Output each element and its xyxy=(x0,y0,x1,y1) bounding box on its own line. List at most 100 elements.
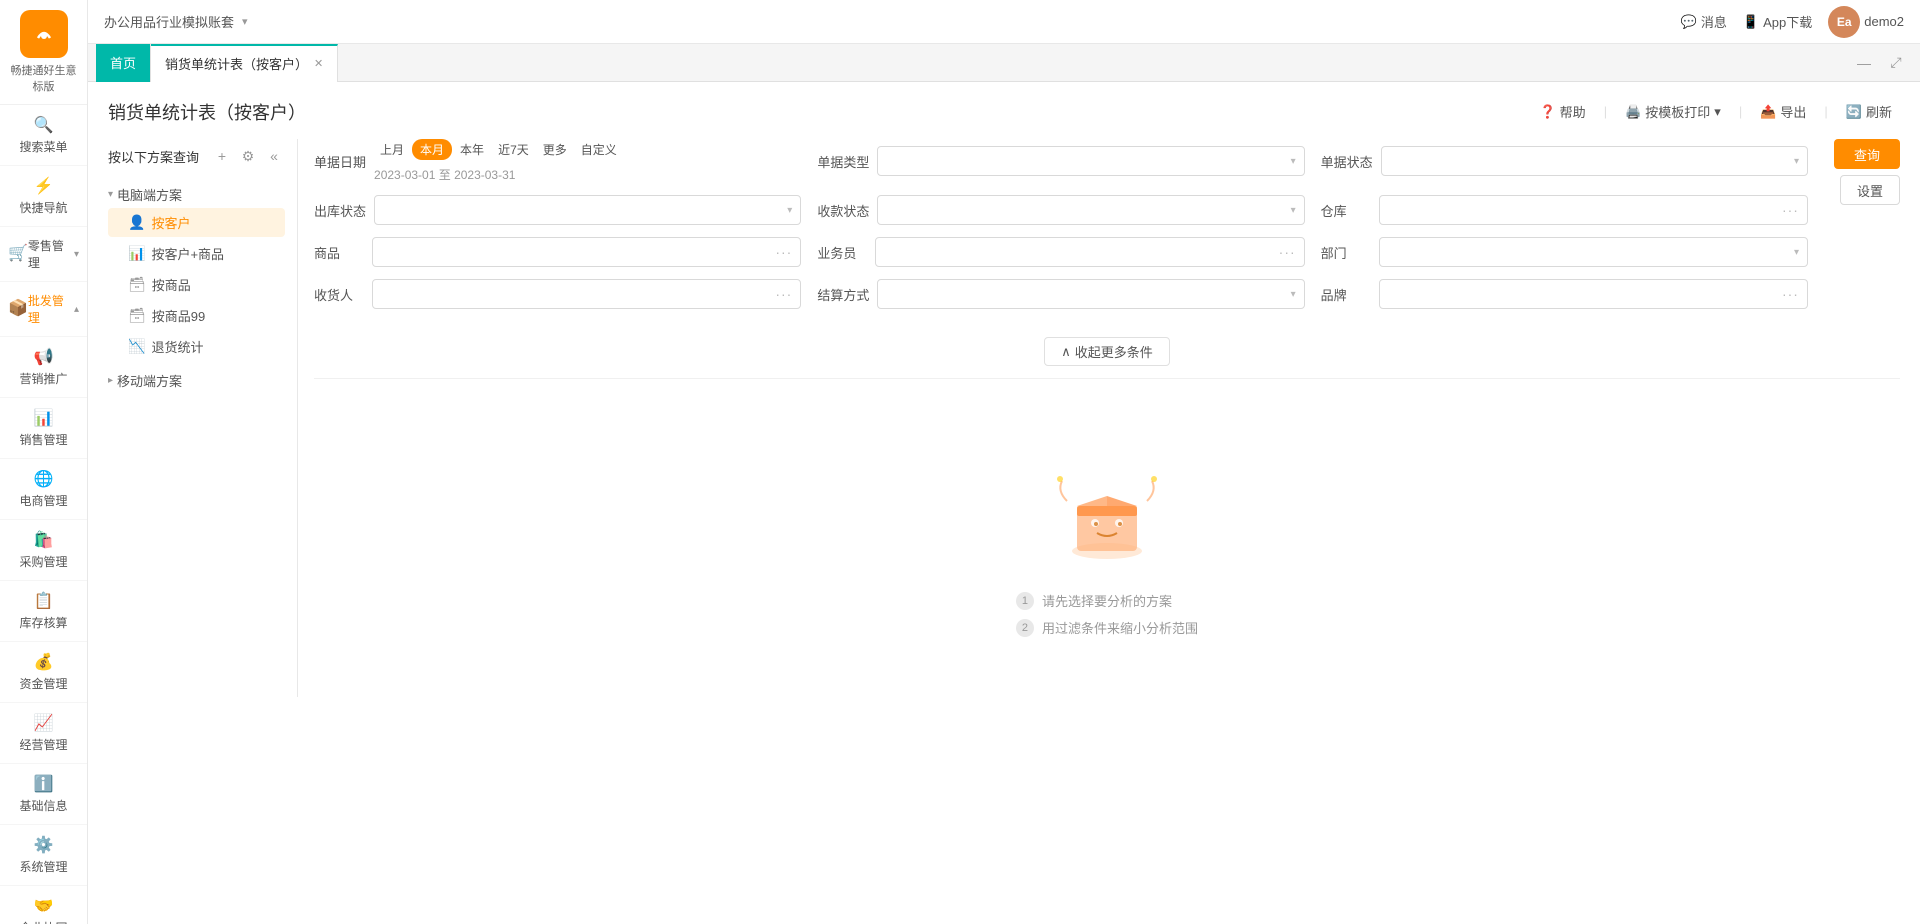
refresh-button[interactable]: 🔄 刷新 xyxy=(1838,98,1900,125)
tip-num-2: 2 xyxy=(1016,619,1034,637)
department-select[interactable]: ▾ xyxy=(1379,237,1808,267)
settlement-label: 结算方式 xyxy=(817,285,869,304)
user-profile[interactable]: Ea demo2 xyxy=(1828,6,1904,38)
empty-state: 1 请先选择要分析的方案 2 用过滤条件来缩小分析范围 xyxy=(314,391,1900,697)
customer-product-icon: 📊 xyxy=(128,245,145,262)
help-button[interactable]: ❓ 帮助 xyxy=(1531,98,1593,125)
brand-label: 品牌 xyxy=(1321,285,1371,304)
scheme-item-by-product-99[interactable]: 🗃 按商品99 xyxy=(108,301,285,330)
search-icon: 🔍 xyxy=(34,115,54,135)
tab-sales-stat[interactable]: 销货单统计表（按客户） ✕ xyxy=(151,44,338,82)
filter-row-settlement: 结算方式 ▾ xyxy=(817,279,1304,309)
sidebar-item-inventory[interactable]: 📋 库存核算 xyxy=(0,581,87,642)
order-status-select[interactable]: ▾ xyxy=(1381,146,1808,176)
main-content: 办公用品行业模拟账套 ▾ 💬 消息 📱 App下载 Ea demo2 首页 xyxy=(88,0,1920,924)
wholesale-icon: 📦 xyxy=(8,298,28,318)
settlement-select[interactable]: ▾ xyxy=(877,279,1304,309)
scheme-section-mobile-header[interactable]: ▸ 移动端方案 xyxy=(108,367,285,394)
out-status-select[interactable]: ▾ xyxy=(374,195,801,225)
out-status-dropdown-icon: ▾ xyxy=(787,205,792,216)
date-range-text: 2023-03-01 至 2023-03-31 xyxy=(374,166,801,183)
collection-status-dropdown-icon: ▾ xyxy=(1291,205,1296,216)
template-print-button[interactable]: 🖨️ 按模板打印 ▾ xyxy=(1617,98,1729,125)
scheme-item-by-customer[interactable]: 👤 按客户 xyxy=(108,208,285,237)
sidebar-item-retail[interactable]: 🛒 零售管理 ▾ xyxy=(0,227,87,282)
product-select[interactable]: ··· xyxy=(372,237,801,267)
scheme-section-desktop-header[interactable]: ▾ 电脑端方案 xyxy=(108,181,285,208)
salesperson-select[interactable]: ··· xyxy=(875,237,1304,267)
window-controls: — ⤢ xyxy=(1852,51,1920,75)
filter-row-collection: 收款状态 ▾ xyxy=(817,195,1304,225)
warehouse-dots: ··· xyxy=(1782,202,1799,218)
sidebar-item-enterprise[interactable]: 🤝 企业协同 xyxy=(0,886,87,924)
sidebar-item-purchase[interactable]: 🛍️ 采购管理 xyxy=(0,520,87,581)
message-action[interactable]: 💬 消息 xyxy=(1681,12,1727,31)
enterprise-icon: 🤝 xyxy=(34,896,54,916)
date-label: 单据日期 xyxy=(314,152,366,171)
empty-tip-2: 2 用过滤条件来缩小分析范围 xyxy=(1016,618,1198,637)
user-avatar: Ea xyxy=(1828,6,1860,38)
date-tab-custom[interactable]: 自定义 xyxy=(575,139,623,160)
app-download-icon: 📱 xyxy=(1743,14,1759,30)
query-button[interactable]: 查询 xyxy=(1834,139,1900,169)
window-minimize-button[interactable]: — xyxy=(1852,51,1876,75)
sidebar-item-quick-nav[interactable]: ⚡ 快捷导航 xyxy=(0,166,87,227)
retail-icon: 🛒 xyxy=(8,243,28,263)
out-status-label: 出库状态 xyxy=(314,201,366,220)
logo-icon xyxy=(20,10,68,58)
page-content: 销货单统计表（按客户） ❓ 帮助 | 🖨️ 按模板打印 ▾ | 📤 xyxy=(88,82,1920,924)
warehouse-label: 仓库 xyxy=(1321,201,1371,220)
scheme-item-by-customer-product[interactable]: 📊 按客户+商品 xyxy=(108,239,285,268)
finance-icon: 💰 xyxy=(34,652,54,672)
help-icon: ❓ xyxy=(1539,104,1555,120)
brand-select[interactable]: ··· xyxy=(1379,279,1808,309)
date-tab-this-year[interactable]: 本年 xyxy=(454,139,490,160)
scheme-panel-actions: + ⚙ « xyxy=(211,145,285,167)
sidebar-item-ecommerce[interactable]: 🌐 电商管理 xyxy=(0,459,87,520)
empty-illustration xyxy=(1047,451,1167,571)
receiver-select[interactable]: ··· xyxy=(372,279,801,309)
order-status-dropdown-icon: ▾ xyxy=(1794,156,1799,167)
date-tab-7days[interactable]: 近7天 xyxy=(492,139,535,160)
window-maximize-button[interactable]: ⤢ xyxy=(1884,51,1908,75)
brand-dots: ··· xyxy=(1782,286,1799,302)
tip-num-1: 1 xyxy=(1016,592,1034,610)
collapse-button[interactable]: ∧ 收起更多条件 xyxy=(1044,337,1170,366)
sidebar-item-basic[interactable]: ℹ️ 基础信息 xyxy=(0,764,87,825)
sidebar-item-search[interactable]: 🔍 搜索菜单 xyxy=(0,105,87,166)
settings-button[interactable]: 设置 xyxy=(1840,175,1900,205)
product-label: 商品 xyxy=(314,243,364,262)
sidebar-item-finance[interactable]: 💰 资金管理 xyxy=(0,642,87,703)
customer-icon: 👤 xyxy=(128,214,145,231)
salesperson-dots: ··· xyxy=(1279,244,1296,260)
scheme-add-button[interactable]: + xyxy=(211,145,233,167)
app-download-action[interactable]: 📱 App下载 xyxy=(1743,12,1812,31)
sidebar-item-sales[interactable]: 📊 销售管理 xyxy=(0,398,87,459)
export-button[interactable]: 📤 导出 xyxy=(1752,98,1814,125)
date-tab-this-month[interactable]: 本月 xyxy=(412,139,452,160)
warehouse-select[interactable]: ··· xyxy=(1379,195,1808,225)
sidebar-item-wholesale[interactable]: 📦 批发管理 ▴ xyxy=(0,282,87,337)
scheme-item-by-product[interactable]: 🗃 按商品 xyxy=(108,270,285,299)
collection-status-select[interactable]: ▾ xyxy=(877,195,1304,225)
filter-row-order-status: 单据状态 ▾ xyxy=(1321,139,1808,183)
sidebar: 畅捷通好生意 标版 🔍 搜索菜单 ⚡ 快捷导航 🛒 零售管理 ▾ 📦 批发管理 … xyxy=(0,0,88,924)
sidebar-item-operations[interactable]: 📈 经营管理 xyxy=(0,703,87,764)
topbar-dropdown-icon[interactable]: ▾ xyxy=(242,15,248,28)
order-type-select[interactable]: ▾ xyxy=(877,146,1304,176)
scheme-collapse-button[interactable]: « xyxy=(263,145,285,167)
scheme-section-desktop: ▾ 电脑端方案 👤 按客户 📊 按客户+商品 🗃 xyxy=(108,181,285,361)
refresh-icon: 🔄 xyxy=(1846,104,1862,120)
wholesale-arrow: ▴ xyxy=(74,304,79,315)
date-tab-last-month[interactable]: 上月 xyxy=(374,139,410,160)
sidebar-item-marketing[interactable]: 📢 营销推广 xyxy=(0,337,87,398)
tab-home[interactable]: 首页 xyxy=(96,44,151,82)
scheme-settings-button[interactable]: ⚙ xyxy=(237,145,259,167)
topbar: 办公用品行业模拟账套 ▾ 💬 消息 📱 App下载 Ea demo2 xyxy=(88,0,1920,44)
export-icon: 📤 xyxy=(1760,104,1776,120)
scheme-item-return-stat[interactable]: 📉 退货统计 xyxy=(108,332,285,361)
date-tab-more[interactable]: 更多 xyxy=(537,139,573,160)
sidebar-item-system[interactable]: ⚙️ 系统管理 xyxy=(0,825,87,886)
tab-close-icon[interactable]: ✕ xyxy=(314,57,323,70)
date-tabs: 上月 本月 本年 近7天 更多 自定义 xyxy=(374,139,801,160)
